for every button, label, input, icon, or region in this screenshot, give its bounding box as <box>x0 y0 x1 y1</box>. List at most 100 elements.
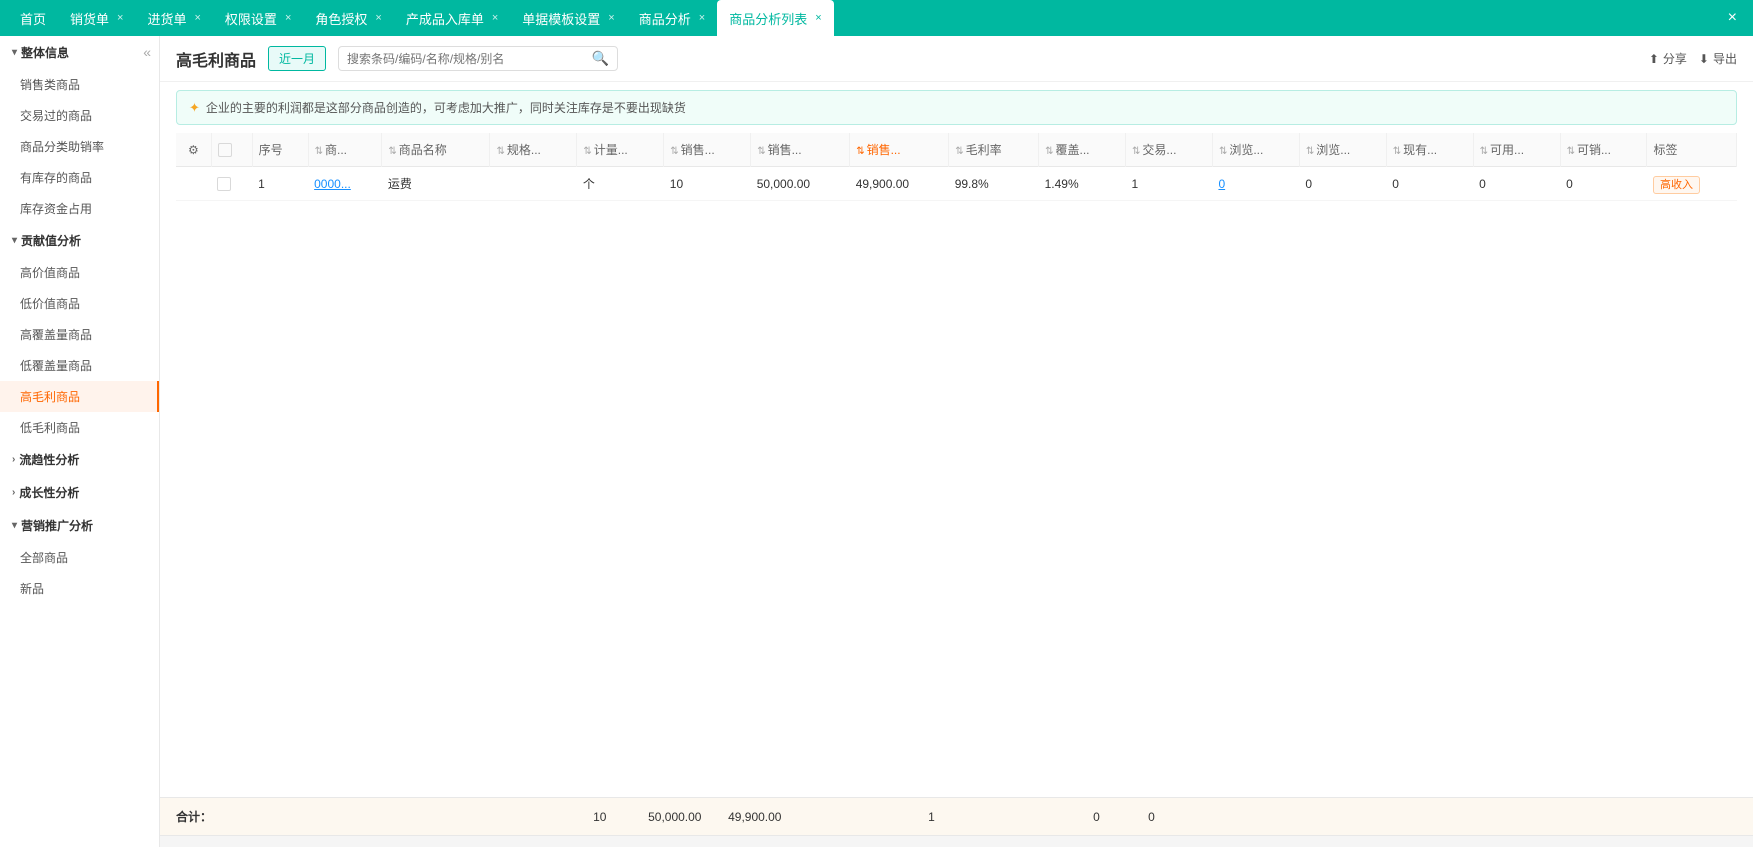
col-unit[interactable]: ⇅计量... <box>577 133 664 167</box>
footer-transaction: 1 <box>922 810 977 824</box>
sidebar-item-high-value[interactable]: 高价值商品 <box>0 257 159 288</box>
cell-code[interactable]: 0000... <box>308 167 382 201</box>
nav-close-permission[interactable]: × <box>285 12 291 24</box>
data-table: ⚙ 序号 ⇅商... ⇅商品名称 ⇅规格... ⇅计量... ⇅销售... ⇅销… <box>176 133 1737 201</box>
group-arrow-contribution: ▾ <box>12 235 17 246</box>
sidebar-group-marketing[interactable]: ▾ 营销推广分析 <box>0 509 159 542</box>
sidebar-item-high-margin[interactable]: 高毛利商品 <box>0 381 159 412</box>
col-code[interactable]: ⇅商... <box>308 133 382 167</box>
search-icon[interactable]: 🔍 <box>592 50 609 67</box>
col-gross-margin[interactable]: ⇅毛利率 <box>949 133 1039 167</box>
content-area: 高毛利商品 近一月 🔍 ⬆ 分享 ⬇ 导出 ✦ 企业的主要的利润都是这部分商品创… <box>160 36 1753 847</box>
sidebar-item-in-stock[interactable]: 有库存的商品 <box>0 162 159 193</box>
nav-purchase[interactable]: 进货单 × <box>135 0 212 36</box>
table-header-row: ⚙ 序号 ⇅商... ⇅商品名称 ⇅规格... ⇅计量... ⇅销售... ⇅销… <box>176 133 1737 167</box>
export-button[interactable]: ⬇ 导出 <box>1699 50 1737 67</box>
cell-sales-cost: 49,900.00 <box>850 167 949 201</box>
cell-unit: 个 <box>577 167 664 201</box>
col-coverage[interactable]: ⇅覆盖... <box>1039 133 1126 167</box>
cell-browse2: 0 <box>1299 167 1386 201</box>
sidebar-item-category-rate[interactable]: 商品分类助销率 <box>0 131 159 162</box>
sidebar-collapse-btn[interactable]: « <box>143 44 151 60</box>
info-banner: ✦ 企业的主要的利润都是这部分商品创造的，可考虑加大推广，同时关注库存是不要出现… <box>176 90 1737 125</box>
nav-analysis[interactable]: 商品分析 × <box>627 0 717 36</box>
nav-close-template[interactable]: × <box>608 12 614 24</box>
cell-sales-qty: 10 <box>664 167 751 201</box>
col-browse1[interactable]: ⇅浏览... <box>1212 133 1299 167</box>
cell-browse1[interactable]: 0 <box>1212 167 1299 201</box>
footer-available: 0 <box>1142 810 1197 824</box>
col-available[interactable]: ⇅可用... <box>1473 133 1560 167</box>
sidebar-group-contribution[interactable]: ▾ 贡献值分析 <box>0 224 159 257</box>
export-icon: ⬇ <box>1699 52 1709 66</box>
sidebar-item-new-goods[interactable]: 新品 <box>0 573 159 604</box>
nav-role[interactable]: 角色授权 × <box>303 0 393 36</box>
header-actions: ⬆ 分享 ⬇ 导出 <box>1649 50 1737 67</box>
cell-current-stock: 0 <box>1386 167 1473 201</box>
sidebar-group-overview[interactable]: ▾ 整体信息 <box>0 36 159 69</box>
cell-available: 0 <box>1473 167 1560 201</box>
nav-close-purchase[interactable]: × <box>194 12 200 24</box>
table-row: 1 0000... 运费 个 10 50,000.00 49,900.00 99… <box>176 167 1737 201</box>
main-layout: « ▾ 整体信息 销售类商品 交易过的商品 商品分类助销率 有库存的商品 库存资… <box>0 36 1753 847</box>
col-sales-qty[interactable]: ⇅销售... <box>664 133 751 167</box>
nav-production[interactable]: 产成品入库单 × <box>394 0 510 36</box>
sidebar-item-sales-goods[interactable]: 销售类商品 <box>0 69 159 100</box>
tag-badge: 高收入 <box>1653 176 1700 194</box>
footer-label: 合计： <box>176 808 252 825</box>
sidebar-item-low-value[interactable]: 低价值商品 <box>0 288 159 319</box>
cell-checkbox[interactable] <box>211 167 252 201</box>
info-icon: ✦ <box>189 100 200 116</box>
sidebar-item-all-goods[interactable]: 全部商品 <box>0 542 159 573</box>
col-sales-amount[interactable]: ⇅销售... <box>751 133 850 167</box>
nav-template[interactable]: 单据模板设置 × <box>510 0 626 36</box>
col-sellable[interactable]: ⇅可销... <box>1560 133 1647 167</box>
nav-close-all[interactable]: × <box>1720 9 1745 27</box>
sidebar-item-stock-capital[interactable]: 库存资金占用 <box>0 193 159 224</box>
nav-close-sales[interactable]: × <box>117 12 123 24</box>
group-arrow-marketing: ▾ <box>12 520 17 531</box>
page-title: 高毛利商品 <box>176 47 256 71</box>
horizontal-scrollbar[interactable] <box>160 835 1753 847</box>
nav-permission[interactable]: 权限设置 × <box>213 0 303 36</box>
col-browse2[interactable]: ⇅浏览... <box>1299 133 1386 167</box>
search-box[interactable]: 🔍 <box>338 46 618 71</box>
footer-sales-qty: 10 <box>587 810 642 824</box>
sidebar-item-low-coverage[interactable]: 低覆盖量商品 <box>0 350 159 381</box>
sidebar-item-traded[interactable]: 交易过的商品 <box>0 100 159 131</box>
nav-close-production[interactable]: × <box>492 12 498 24</box>
table-container[interactable]: ⚙ 序号 ⇅商... ⇅商品名称 ⇅规格... ⇅计量... ⇅销售... ⇅销… <box>160 133 1753 797</box>
footer-sales-cost: 49,900.00 <box>722 810 802 824</box>
nav-close-role[interactable]: × <box>375 12 381 24</box>
col-spec[interactable]: ⇅规格... <box>490 133 577 167</box>
footer-bar: 合计： 10 50,000.00 49,900.00 1 0 0 <box>160 797 1753 835</box>
cell-index: 1 <box>252 167 308 201</box>
col-name[interactable]: ⇅商品名称 <box>382 133 490 167</box>
col-sales-cost[interactable]: ⇅销售... <box>850 133 949 167</box>
nav-close-analysis-list[interactable]: × <box>815 12 821 24</box>
nav-sales-order[interactable]: 销货单 × <box>58 0 135 36</box>
sidebar-group-growth[interactable]: › 成长性分析 <box>0 476 159 509</box>
sidebar-item-high-coverage[interactable]: 高覆盖量商品 <box>0 319 159 350</box>
sidebar: « ▾ 整体信息 销售类商品 交易过的商品 商品分类助销率 有库存的商品 库存资… <box>0 36 160 847</box>
cell-spec <box>490 167 577 201</box>
search-input[interactable] <box>347 52 588 66</box>
share-button[interactable]: ⬆ 分享 <box>1649 50 1687 67</box>
col-settings[interactable]: ⚙ <box>176 133 211 167</box>
col-current-stock[interactable]: ⇅现有... <box>1386 133 1473 167</box>
col-index: 序号 <box>252 133 308 167</box>
banner-text: 企业的主要的利润都是这部分商品创造的，可考虑加大推广，同时关注库存是不要出现缺货 <box>206 99 686 116</box>
cell-settings <box>176 167 211 201</box>
sidebar-item-low-margin[interactable]: 低毛利商品 <box>0 412 159 443</box>
nav-analysis-list[interactable]: 商品分析列表 × <box>717 0 833 36</box>
nav-close-analysis[interactable]: × <box>699 12 705 24</box>
col-transaction[interactable]: ⇅交易... <box>1126 133 1213 167</box>
sidebar-group-trend[interactable]: › 流趋性分析 <box>0 443 159 476</box>
footer-sales-amount: 50,000.00 <box>642 810 722 824</box>
footer-cells: 10 50,000.00 49,900.00 1 0 0 <box>252 810 1737 824</box>
nav-home[interactable]: 首页 <box>8 0 58 36</box>
time-filter-button[interactable]: 近一月 <box>268 46 326 71</box>
content-header: 高毛利商品 近一月 🔍 ⬆ 分享 ⬇ 导出 <box>160 36 1753 82</box>
cell-gross-margin: 99.8% <box>949 167 1039 201</box>
col-checkbox[interactable] <box>211 133 252 167</box>
